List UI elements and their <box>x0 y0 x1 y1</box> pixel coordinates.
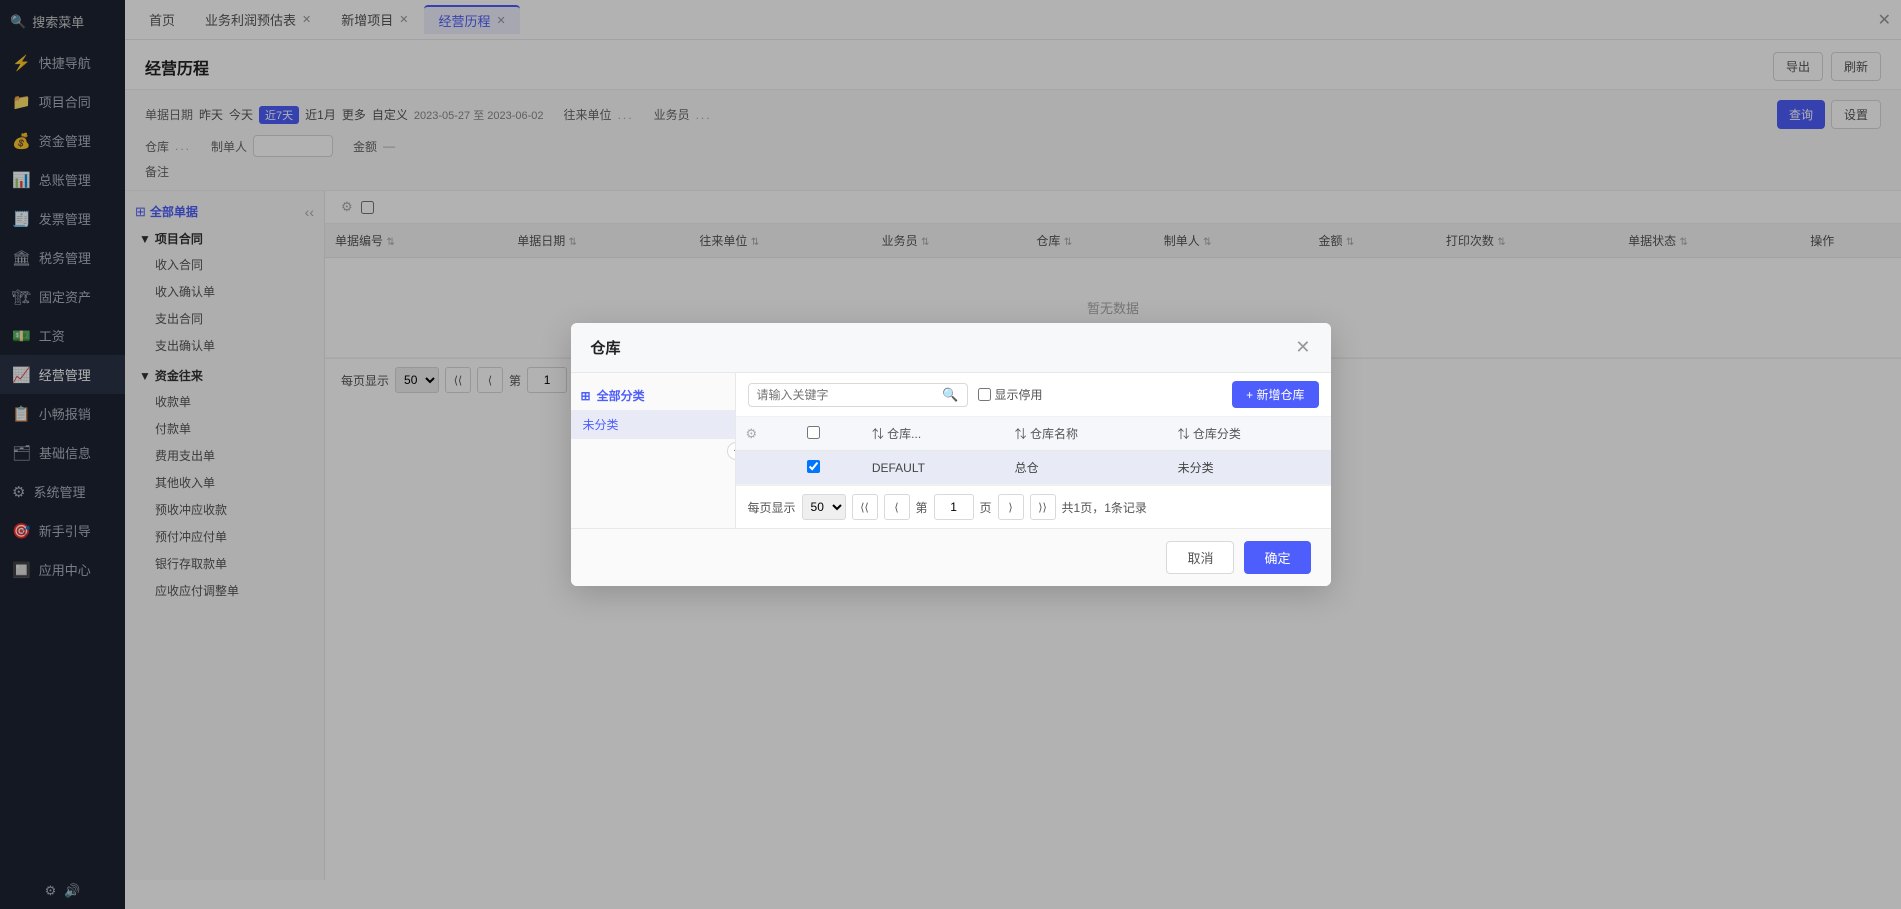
modal-footer: 取消 确定 <box>571 528 1331 586</box>
modal-row-category: 未分类 <box>1168 451 1331 485</box>
modal-first-btn[interactable]: ⟨⟨ <box>852 494 878 520</box>
modal-close-icon[interactable]: ✕ <box>1295 337 1310 358</box>
modal-header: 仓库 ✕ <box>571 323 1331 373</box>
modal-col-gear: ⚙ <box>736 417 798 451</box>
modal-col-category: ⇅ 仓库分类 <box>1168 417 1331 451</box>
all-categories-label: 全部分类 <box>597 387 645 404</box>
modal-select-all[interactable] <box>807 426 820 439</box>
modal-total-label: 共1页，1条记录 <box>1062 499 1147 516</box>
uncategorized-label: 未分类 <box>583 418 619 432</box>
show-disabled-label[interactable]: 显示停用 <box>978 386 1043 403</box>
confirm-button[interactable]: 确定 <box>1244 541 1310 574</box>
modal-per-page-label: 每页显示 <box>748 499 796 516</box>
modal-row-checkbox <box>797 451 861 485</box>
modal-header-row: ⚙ ⇅ 仓库... ⇅ 仓库名称 <box>736 417 1331 451</box>
sort-icon-name: ⇅ <box>1015 427 1027 441</box>
show-disabled-checkbox[interactable] <box>978 388 991 401</box>
modal-row-name: 总仓 <box>1005 451 1168 485</box>
modal-left-panel: ⊞ 全部分类 未分类 ‹ <box>571 373 736 528</box>
modal-body: ⊞ 全部分类 未分类 ‹ 🔍 <box>571 373 1331 528</box>
search-icon-modal: 🔍 <box>942 387 958 403</box>
modal-col-name: ⇅ 仓库名称 <box>1005 417 1168 451</box>
add-warehouse-btn[interactable]: + 新增仓库 <box>1232 381 1318 408</box>
modal-col-checkbox <box>797 417 861 451</box>
collapse-icon: ‹ <box>734 445 736 456</box>
warehouse-modal: 仓库 ✕ ⊞ 全部分类 未分类 ‹ <box>571 323 1331 586</box>
modal-title: 仓库 <box>591 337 621 358</box>
collapse-modal-left[interactable]: ‹ <box>727 442 736 460</box>
sort-icon-cat: ⇅ <box>1178 427 1190 441</box>
modal-table: ⚙ ⇅ 仓库... ⇅ 仓库名称 <box>736 417 1331 485</box>
modal-search-box: 🔍 <box>748 383 968 407</box>
modal-table-area: ⚙ ⇅ 仓库... ⇅ 仓库名称 <box>736 417 1331 485</box>
modal-page-end: 页 <box>980 499 992 516</box>
show-disabled-text: 显示停用 <box>995 386 1043 403</box>
modal-row-code: DEFAULT <box>862 451 1005 485</box>
modal-search-input[interactable] <box>757 388 937 402</box>
modal-table-row[interactable]: DEFAULT 总仓 未分类 <box>736 451 1331 485</box>
modal-uncategorized-item[interactable]: 未分类 <box>571 410 735 439</box>
modal-prev-btn[interactable]: ⟨ <box>884 494 910 520</box>
modal-overlay: 仓库 ✕ ⊞ 全部分类 未分类 ‹ <box>0 0 1901 909</box>
modal-page-input[interactable] <box>934 494 974 520</box>
modal-per-page-select[interactable]: 50 <box>802 494 846 520</box>
modal-page-label: 第 <box>916 499 928 516</box>
modal-last-btn[interactable]: ⟩⟩ <box>1030 494 1056 520</box>
modal-pagination: 每页显示 50 ⟨⟨ ⟨ 第 页 ⟩ ⟩⟩ 共1页，1条记录 <box>736 485 1331 528</box>
grid-icon-modal: ⊞ <box>581 389 591 403</box>
modal-next-btn[interactable]: ⟩ <box>998 494 1024 520</box>
modal-right-panel: 🔍 显示停用 + 新增仓库 ⚙ <box>736 373 1331 528</box>
modal-gear-icon[interactable]: ⚙ <box>746 426 758 441</box>
modal-row-select[interactable] <box>807 460 820 473</box>
modal-row-gear <box>736 451 798 485</box>
cancel-button[interactable]: 取消 <box>1166 541 1234 574</box>
modal-all-categories[interactable]: ⊞ 全部分类 <box>571 381 735 410</box>
modal-col-code: ⇅ 仓库... <box>862 417 1005 451</box>
modal-toolbar: 🔍 显示停用 + 新增仓库 <box>736 373 1331 417</box>
sort-icon-code: ⇅ <box>872 427 884 441</box>
